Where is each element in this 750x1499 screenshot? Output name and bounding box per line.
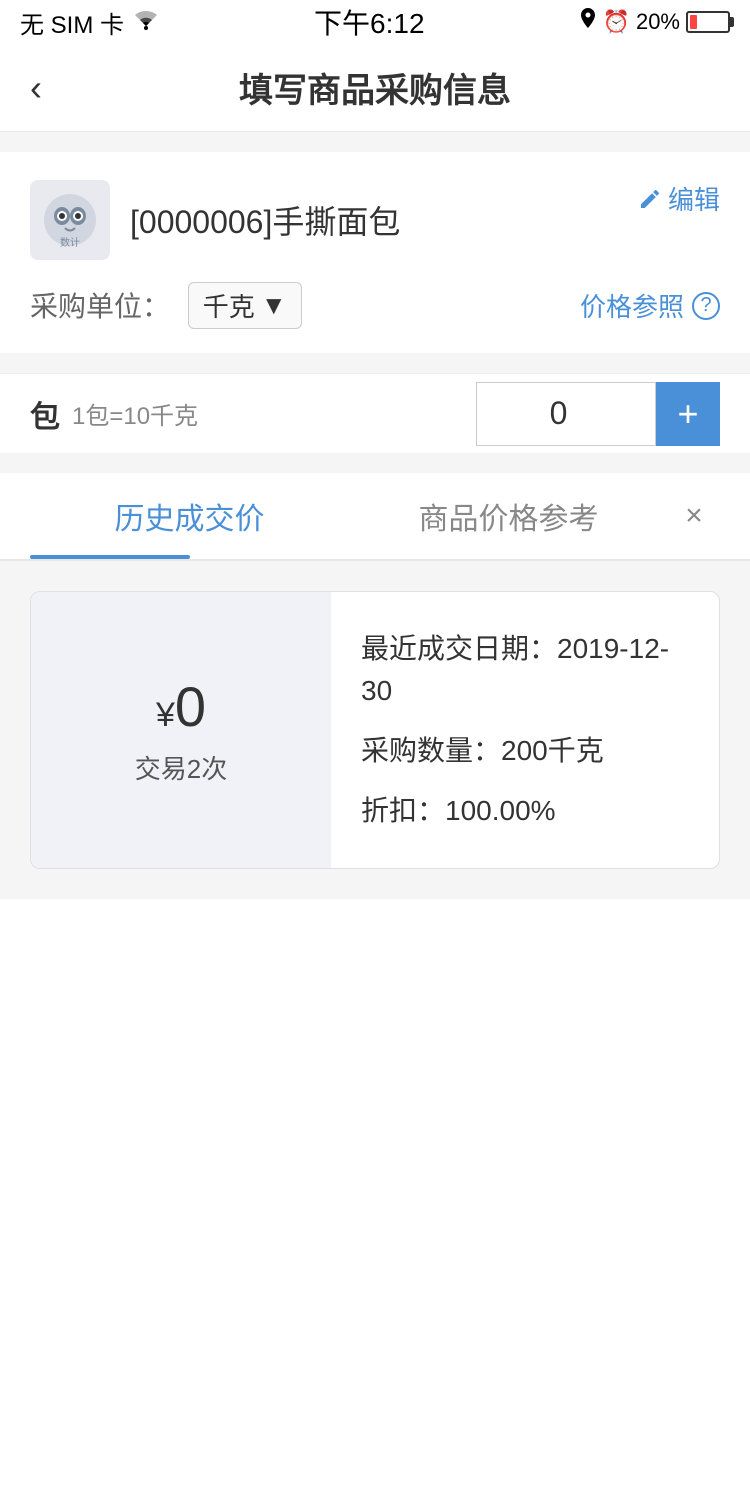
purchase-qty-value: 200千克 bbox=[501, 735, 604, 766]
product-name: [0000006]手撕面包 bbox=[130, 197, 400, 243]
price-value: 0 bbox=[175, 675, 206, 738]
back-button[interactable]: ‹ bbox=[30, 67, 42, 109]
status-left: 无 SIM 卡 bbox=[20, 5, 160, 40]
pack-info: 包 1包=10千克 bbox=[30, 392, 198, 436]
status-time: 下午6:12 bbox=[314, 2, 425, 42]
unit-label: 采购单位： bbox=[30, 291, 170, 322]
close-icon: × bbox=[685, 499, 703, 533]
product-unit-row: 采购单位： 千克 ▼ 价格参照 ? bbox=[30, 282, 720, 329]
tab-active-underline bbox=[30, 555, 190, 559]
chevron-down-icon: ▼ bbox=[261, 290, 287, 321]
purchase-qty-row: 采购数量：200千克 bbox=[361, 730, 689, 772]
history-card: ¥0 交易2次 最近成交日期：2019-12-30 采购数量：200千克 折扣：… bbox=[30, 591, 720, 869]
pack-label: 包 bbox=[30, 392, 60, 436]
unit-select[interactable]: 千克 ▼ bbox=[188, 282, 302, 329]
product-info: 数计 [0000006]手撕面包 bbox=[30, 180, 400, 260]
help-icon: ? bbox=[692, 292, 720, 320]
unit-label-group: 采购单位： 千克 ▼ bbox=[30, 282, 302, 329]
trade-count: 交易2次 bbox=[135, 749, 227, 786]
wifi-icon bbox=[132, 8, 160, 37]
alarm-icon: ⏰ bbox=[603, 9, 630, 35]
nav-bar: ‹ 填写商品采购信息 bbox=[0, 44, 750, 132]
tab-history-price[interactable]: 历史成交价 bbox=[30, 473, 349, 559]
page-title: 填写商品采购信息 bbox=[239, 63, 511, 112]
history-price-column: ¥0 交易2次 bbox=[31, 592, 331, 868]
purchase-qty-label: 采购数量： bbox=[361, 735, 501, 766]
battery-icon bbox=[686, 11, 730, 33]
status-bar: 无 SIM 卡 下午6:12 ⏰ 20% bbox=[0, 0, 750, 44]
product-logo: 数计 bbox=[30, 180, 110, 260]
tab-close-button[interactable]: × bbox=[668, 490, 720, 542]
product-header: 数计 [0000006]手撕面包 编辑 bbox=[30, 180, 720, 260]
price-symbol: ¥ bbox=[156, 696, 175, 734]
product-card: 数计 [0000006]手撕面包 编辑 采购单位： 千克 ▼ 价格参照 ? bbox=[0, 152, 750, 353]
quantity-control: + bbox=[476, 382, 720, 446]
unit-value: 千克 bbox=[203, 287, 255, 324]
recent-date-row: 最近成交日期：2019-12-30 bbox=[361, 628, 689, 712]
tab-history-label: 历史成交价 bbox=[115, 494, 265, 538]
tab-bar: 历史成交价 商品价格参考 × bbox=[0, 473, 750, 561]
svg-text:数计: 数计 bbox=[60, 236, 80, 249]
bottom-fill bbox=[0, 899, 750, 1499]
quantity-plus-button[interactable]: + bbox=[656, 382, 720, 446]
price-display: ¥0 bbox=[156, 674, 206, 739]
quantity-input[interactable] bbox=[476, 382, 656, 446]
battery-percent: 20% bbox=[636, 9, 680, 35]
carrier-text: 无 SIM 卡 bbox=[20, 5, 124, 40]
pack-conversion: 1包=10千克 bbox=[72, 396, 198, 431]
price-ref-label: 价格参照 bbox=[580, 287, 684, 324]
status-right: ⏰ 20% bbox=[579, 8, 730, 36]
discount-label: 折扣： bbox=[361, 795, 445, 826]
quantity-section: 包 1包=10千克 + bbox=[0, 373, 750, 453]
location-icon bbox=[579, 8, 597, 36]
price-ref-button[interactable]: 价格参照 ? bbox=[580, 287, 720, 324]
edit-label: 编辑 bbox=[668, 180, 720, 217]
history-detail-column: 最近成交日期：2019-12-30 采购数量：200千克 折扣：100.00% bbox=[331, 592, 719, 868]
edit-button[interactable]: 编辑 bbox=[638, 180, 720, 217]
discount-row: 折扣：100.00% bbox=[361, 790, 689, 832]
tab-price-ref-label: 商品价格参考 bbox=[419, 494, 599, 538]
recent-date-label: 最近成交日期： bbox=[361, 633, 557, 664]
tab-price-ref[interactable]: 商品价格参考 bbox=[349, 473, 668, 559]
history-section: ¥0 交易2次 最近成交日期：2019-12-30 采购数量：200千克 折扣：… bbox=[0, 561, 750, 899]
discount-value: 100.00% bbox=[445, 795, 556, 826]
